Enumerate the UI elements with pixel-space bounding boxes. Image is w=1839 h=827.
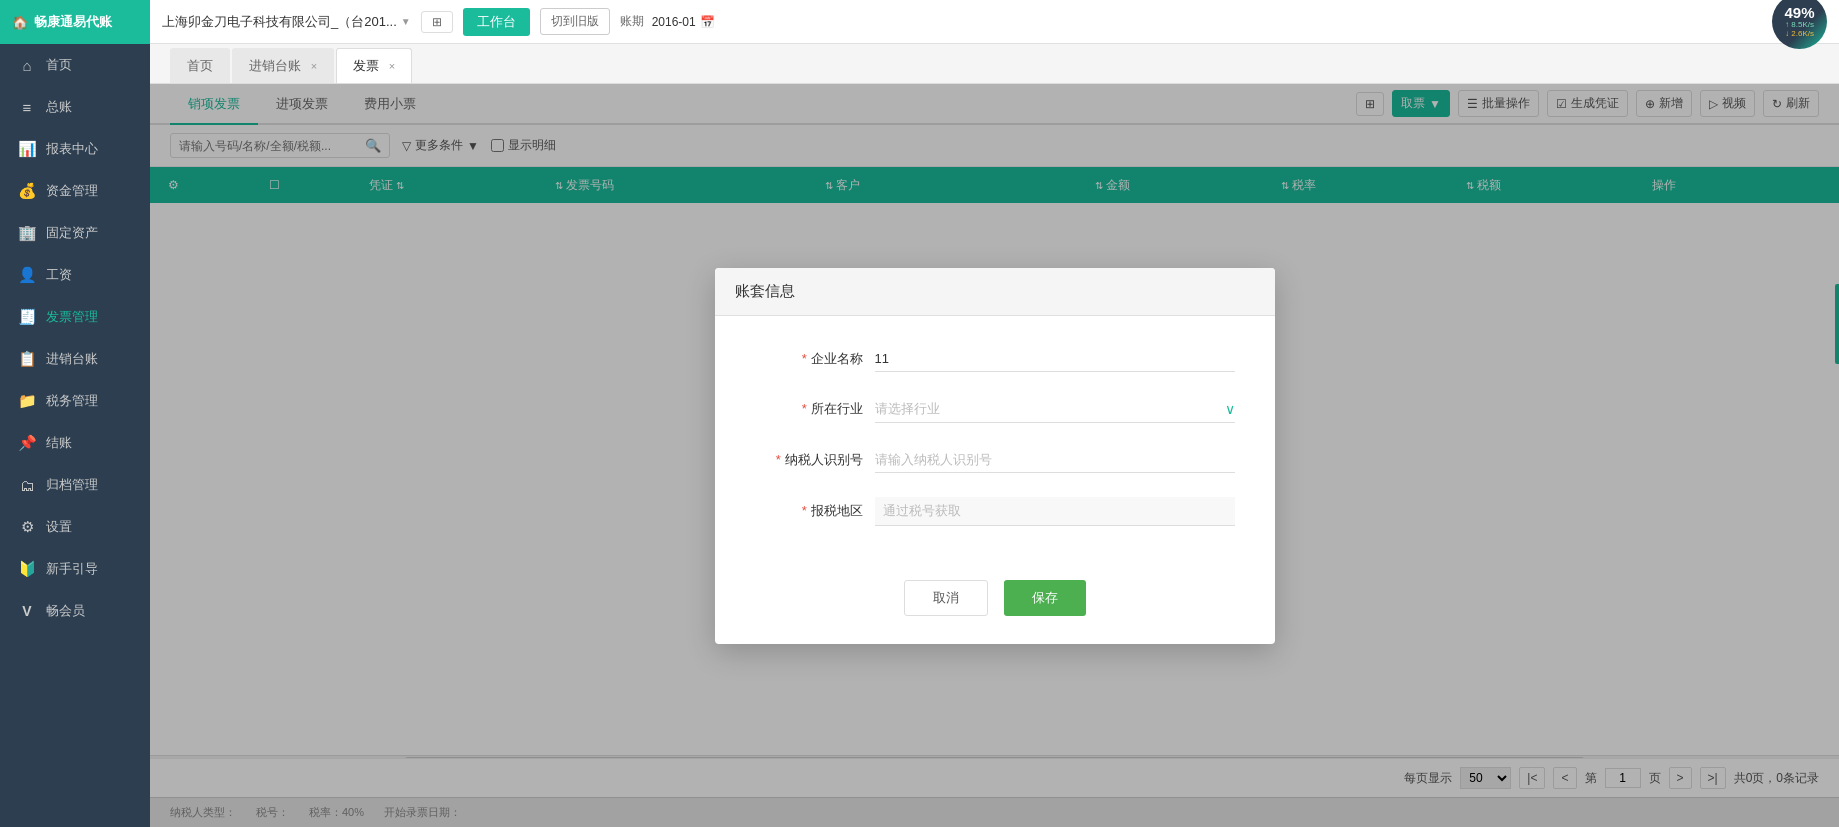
sidebar-item-label: 工资 [46, 266, 72, 284]
speed-down: ↓ 2.6K/s [1785, 29, 1814, 38]
settings-icon: ⚙ [18, 518, 36, 536]
sidebar-item-label: 进销台账 [46, 350, 98, 368]
member-icon: V [18, 603, 36, 619]
archive-icon: 🗂 [18, 477, 36, 494]
tab-home[interactable]: 首页 [170, 48, 230, 83]
tax-region-readonly: 通过税号获取 [875, 497, 1235, 526]
guide-icon: 🔰 [18, 560, 36, 578]
sidebar-item-assets[interactable]: 🏢 固定资产 [0, 212, 150, 254]
funds-icon: 💰 [18, 182, 36, 200]
tax-icon: 📁 [18, 392, 36, 410]
assets-icon: 🏢 [18, 224, 36, 242]
sidebar-item-member[interactable]: V 畅会员 [0, 590, 150, 632]
sidebar-item-label: 首页 [46, 56, 72, 74]
copy-button[interactable]: ⊞ [421, 11, 453, 33]
tab-invoice[interactable]: 发票 × [336, 48, 412, 83]
industry-select[interactable]: 请选择行业 [875, 401, 1225, 416]
sidebar-item-label: 固定资产 [46, 224, 98, 242]
form-label-company: * 企业名称 [755, 350, 875, 368]
sidebar-item-label: 发票管理 [46, 308, 98, 326]
sidebar-item-archive[interactable]: 🗂 归档管理 [0, 464, 150, 506]
switch-old-button[interactable]: 切到旧版 [540, 8, 610, 35]
sidebar-item-label: 结账 [46, 434, 72, 452]
dialog-body: * 企业名称 * 所在行业 请选择行业 [715, 316, 1275, 570]
tab-bar: 首页 进销台账 × 发票 × [150, 44, 1839, 84]
tax-id-input[interactable] [875, 447, 1235, 473]
form-row-tax-id: * 纳税人识别号 [755, 447, 1235, 473]
calendar-icon[interactable]: 📅 [700, 15, 715, 29]
sidebar-item-reports[interactable]: 📊 报表中心 [0, 128, 150, 170]
sidebar-item-tax[interactable]: 📁 税务管理 [0, 380, 150, 422]
sidebar-item-home[interactable]: ⌂ 首页 [0, 44, 150, 86]
speed-up: ↑ 8.5K/s [1785, 20, 1814, 29]
app-logo: 🏠 畅康通易代账 [0, 0, 150, 44]
workbench-button[interactable]: 工作台 [463, 8, 530, 36]
form-row-tax-region: * 报税地区 通过税号获取 [755, 497, 1235, 526]
modal-overlay: 账套信息 * 企业名称 * 所在行业 [150, 84, 1839, 827]
tab-close-invoice[interactable]: × [389, 60, 395, 72]
logo-icon: 🏠 [12, 15, 28, 30]
sidebar-item-label: 总账 [46, 98, 72, 116]
ledger-icon: ≡ [18, 99, 36, 116]
tab-close-sales-ledger[interactable]: × [311, 60, 317, 72]
sidebar-item-label: 畅会员 [46, 602, 85, 620]
sidebar-item-salary[interactable]: 👤 工资 [0, 254, 150, 296]
sidebar-item-label: 资金管理 [46, 182, 98, 200]
sidebar-item-label: 报表中心 [46, 140, 98, 158]
sidebar-item-ledger[interactable]: ≡ 总账 [0, 86, 150, 128]
sidebar-item-settlement[interactable]: 📌 结账 [0, 422, 150, 464]
form-label-tax-id: * 纳税人识别号 [755, 451, 875, 469]
settlement-icon: 📌 [18, 434, 36, 452]
salary-icon: 👤 [18, 266, 36, 284]
sidebar: 🏠 畅康通易代账 ⌂ 首页 ≡ 总账 📊 报表中心 💰 资金管理 🏢 固定资产 … [0, 0, 150, 827]
period-display: 账期 2016-01 📅 [620, 13, 715, 30]
period-label: 账期 [620, 13, 644, 30]
topbar: 上海卯金刀电子科技有限公司_（台201... ▼ ⊞ 工作台 切到旧版 账期 2… [150, 0, 1839, 44]
tab-sales-ledger[interactable]: 进销台账 × [232, 48, 334, 83]
industry-select-wrapper[interactable]: 请选择行业 ∨ [875, 396, 1235, 423]
form-label-industry: * 所在行业 [755, 400, 875, 418]
company-selector[interactable]: 上海卯金刀电子科技有限公司_（台201... ▼ [162, 13, 411, 31]
invoice-icon: 🧾 [18, 308, 36, 326]
cancel-button[interactable]: 取消 [904, 580, 988, 616]
sidebar-item-sales-ledger[interactable]: 📋 进销台账 [0, 338, 150, 380]
sales-ledger-icon: 📋 [18, 350, 36, 368]
network-indicator: 49% ↑ 8.5K/s ↓ 2.6K/s [1772, 0, 1827, 49]
form-label-tax-region: * 报税地区 [755, 502, 875, 520]
logo-text: 畅康通易代账 [34, 13, 112, 31]
period-value: 2016-01 [652, 15, 696, 29]
form-row-company-name: * 企业名称 [755, 346, 1235, 372]
company-name: 上海卯金刀电子科技有限公司_（台201... [162, 13, 397, 31]
content-area: 销项发票 进项发票 费用小票 ⊞ 取票 ▼ ☰ 批量操作 ☑ [150, 84, 1839, 827]
sidebar-item-funds[interactable]: 💰 资金管理 [0, 170, 150, 212]
sidebar-item-invoice[interactable]: 🧾 发票管理 [0, 296, 150, 338]
reports-icon: 📊 [18, 140, 36, 158]
dialog-title: 账套信息 [715, 268, 1275, 316]
dialog-account-info: 账套信息 * 企业名称 * 所在行业 [715, 268, 1275, 644]
home-icon: ⌂ [18, 57, 36, 74]
company-name-input[interactable] [875, 346, 1235, 372]
main-area: 上海卯金刀电子科技有限公司_（台201... ▼ ⊞ 工作台 切到旧版 账期 2… [150, 0, 1839, 827]
sidebar-item-settings[interactable]: ⚙ 设置 [0, 506, 150, 548]
sidebar-item-guide[interactable]: 🔰 新手引导 [0, 548, 150, 590]
form-row-industry: * 所在行业 请选择行业 ∨ [755, 396, 1235, 423]
select-chevron-icon: ∨ [1225, 401, 1235, 417]
company-chevron-icon: ▼ [401, 16, 411, 27]
save-button[interactable]: 保存 [1004, 580, 1086, 616]
sidebar-item-label: 设置 [46, 518, 72, 536]
dialog-footer: 取消 保存 [715, 570, 1275, 644]
sidebar-item-label: 税务管理 [46, 392, 98, 410]
sidebar-item-label: 归档管理 [46, 476, 98, 494]
network-percent: 49% [1784, 5, 1814, 20]
sidebar-item-label: 新手引导 [46, 560, 98, 578]
